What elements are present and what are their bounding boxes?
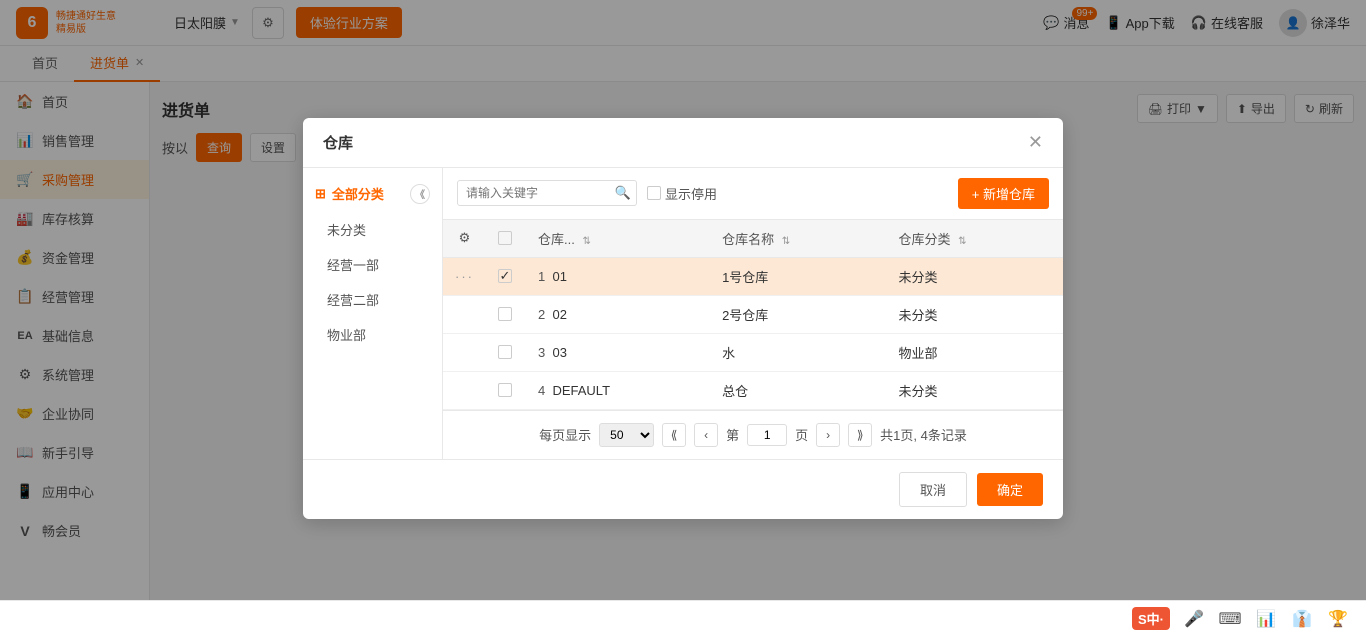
row-checkbox[interactable] [498,307,512,321]
table-header-check[interactable] [486,220,526,258]
row-action-dots[interactable] [443,295,486,333]
table-row[interactable]: 3 03 水 物业部 [443,333,1063,371]
table-header-row: ⚙ 仓库... ⇅ 仓库名称 ⇅ [443,220,1063,258]
modal-category-uncategorized[interactable]: 未分类 [303,212,442,247]
row-code: 4 DEFAULT [526,371,710,409]
row-checkbox[interactable]: ✓ [498,269,512,283]
modal-header: 仓库 ✕ [303,118,1063,168]
table-header-category[interactable]: 仓库分类 ⇅ [887,220,1063,258]
row-checkbox-cell[interactable] [486,295,526,333]
modal-toolbar: 🔍 显示停用 + 新增仓库 [443,168,1063,220]
row-category: 未分类 [887,257,1063,295]
modal-title: 仓库 [323,132,353,153]
row-checkbox-cell[interactable] [486,371,526,409]
modal-category-ops2[interactable]: 经营二部 [303,282,442,317]
page-prev-button[interactable]: ‹ [694,423,718,447]
row-code: 3 03 [526,333,710,371]
row-name: 总仓 [710,371,886,409]
add-warehouse-button[interactable]: + 新增仓库 [958,178,1049,209]
table-header-gear[interactable]: ⚙ [443,220,486,258]
modal-category-property[interactable]: 物业部 [303,317,442,352]
code-sort-icon: ⇅ [582,236,590,247]
modal-main-content: 🔍 显示停用 + 新增仓库 ⚙ [443,168,1063,459]
keyboard-icon[interactable]: ⌨ [1218,607,1242,631]
row-action-dots[interactable] [443,333,486,371]
modal-category-ops1[interactable]: 经营一部 [303,247,442,282]
modal-close-button[interactable]: ✕ [1028,132,1043,153]
row-name: 2号仓库 [710,295,886,333]
show-disabled-checkbox-label[interactable]: 显示停用 [647,184,717,203]
show-disabled-checkbox[interactable] [647,186,661,200]
row-checkbox-cell[interactable]: ✓ [486,257,526,295]
modal-all-category[interactable]: ⊞ 全部分类 《 [303,176,442,212]
chart-icon[interactable]: 📊 [1254,607,1278,631]
row-checkbox[interactable] [498,345,512,359]
table-header-name[interactable]: 仓库名称 ⇅ [710,220,886,258]
table-row[interactable]: 4 DEFAULT 总仓 未分类 [443,371,1063,409]
header-checkbox[interactable] [498,231,512,245]
warehouse-table: ⚙ 仓库... ⇅ 仓库名称 ⇅ [443,220,1063,410]
row-name: 1号仓库 [710,257,886,295]
modal-body: ⊞ 全部分类 《 未分类 经营一部 经营二部 物业部 🔍 [303,168,1063,459]
modal-footer: 取消 确定 [303,459,1063,519]
category-sort-icon: ⇅ [958,236,966,247]
search-wrap: 🔍 [457,180,637,206]
page-number-input[interactable] [747,424,787,446]
table-row[interactable]: 2 02 2号仓库 未分类 [443,295,1063,333]
modal-pagination: 每页显示 50 100 ⟪ ‹ 第 页 › ⟫ 共1页, 4条记录 [443,410,1063,459]
row-category: 未分类 [887,295,1063,333]
row-category: 未分类 [887,371,1063,409]
row-checkbox-cell[interactable] [486,333,526,371]
page-size-select[interactable]: 50 100 [599,423,654,447]
modal-category-sidebar: ⊞ 全部分类 《 未分类 经营一部 经营二部 物业部 [303,168,443,459]
row-action-dots[interactable]: ··· [443,257,486,295]
bottom-bar: S中· 🎤 ⌨ 📊 👔 🏆 [0,600,1366,636]
confirm-button[interactable]: 确定 [977,473,1043,506]
page-last-button[interactable]: ⟫ [848,423,872,447]
grid-icon: ⊞ [315,186,326,202]
cancel-button[interactable]: 取消 [899,472,967,507]
search-icon[interactable]: 🔍 [615,185,631,201]
row-category: 物业部 [887,333,1063,371]
page-next-button[interactable]: › [816,423,840,447]
brand-icon: S中· [1132,607,1170,630]
page-first-button[interactable]: ⟪ [662,423,686,447]
shirt-icon[interactable]: 👔 [1290,607,1314,631]
warehouse-modal: 仓库 ✕ ⊞ 全部分类 《 未分类 经营一部 经营二部 物业部 [303,118,1063,519]
trophy-icon[interactable]: 🏆 [1326,607,1350,631]
row-checkbox[interactable] [498,383,512,397]
name-sort-icon: ⇅ [782,236,790,247]
table-header-code[interactable]: 仓库... ⇅ [526,220,710,258]
table-row[interactable]: ··· ✓ 1 01 1号仓库 未分类 [443,257,1063,295]
collapse-button[interactable]: 《 [410,184,430,204]
modal-overlay: 仓库 ✕ ⊞ 全部分类 《 未分类 经营一部 经营二部 物业部 [0,0,1366,636]
row-code: 1 01 [526,257,710,295]
modal-table-wrap: ⚙ 仓库... ⇅ 仓库名称 ⇅ [443,220,1063,410]
row-code: 2 02 [526,295,710,333]
row-name: 水 [710,333,886,371]
row-action-dots[interactable] [443,371,486,409]
search-input[interactable] [457,180,637,206]
mic-icon[interactable]: 🎤 [1182,607,1206,631]
